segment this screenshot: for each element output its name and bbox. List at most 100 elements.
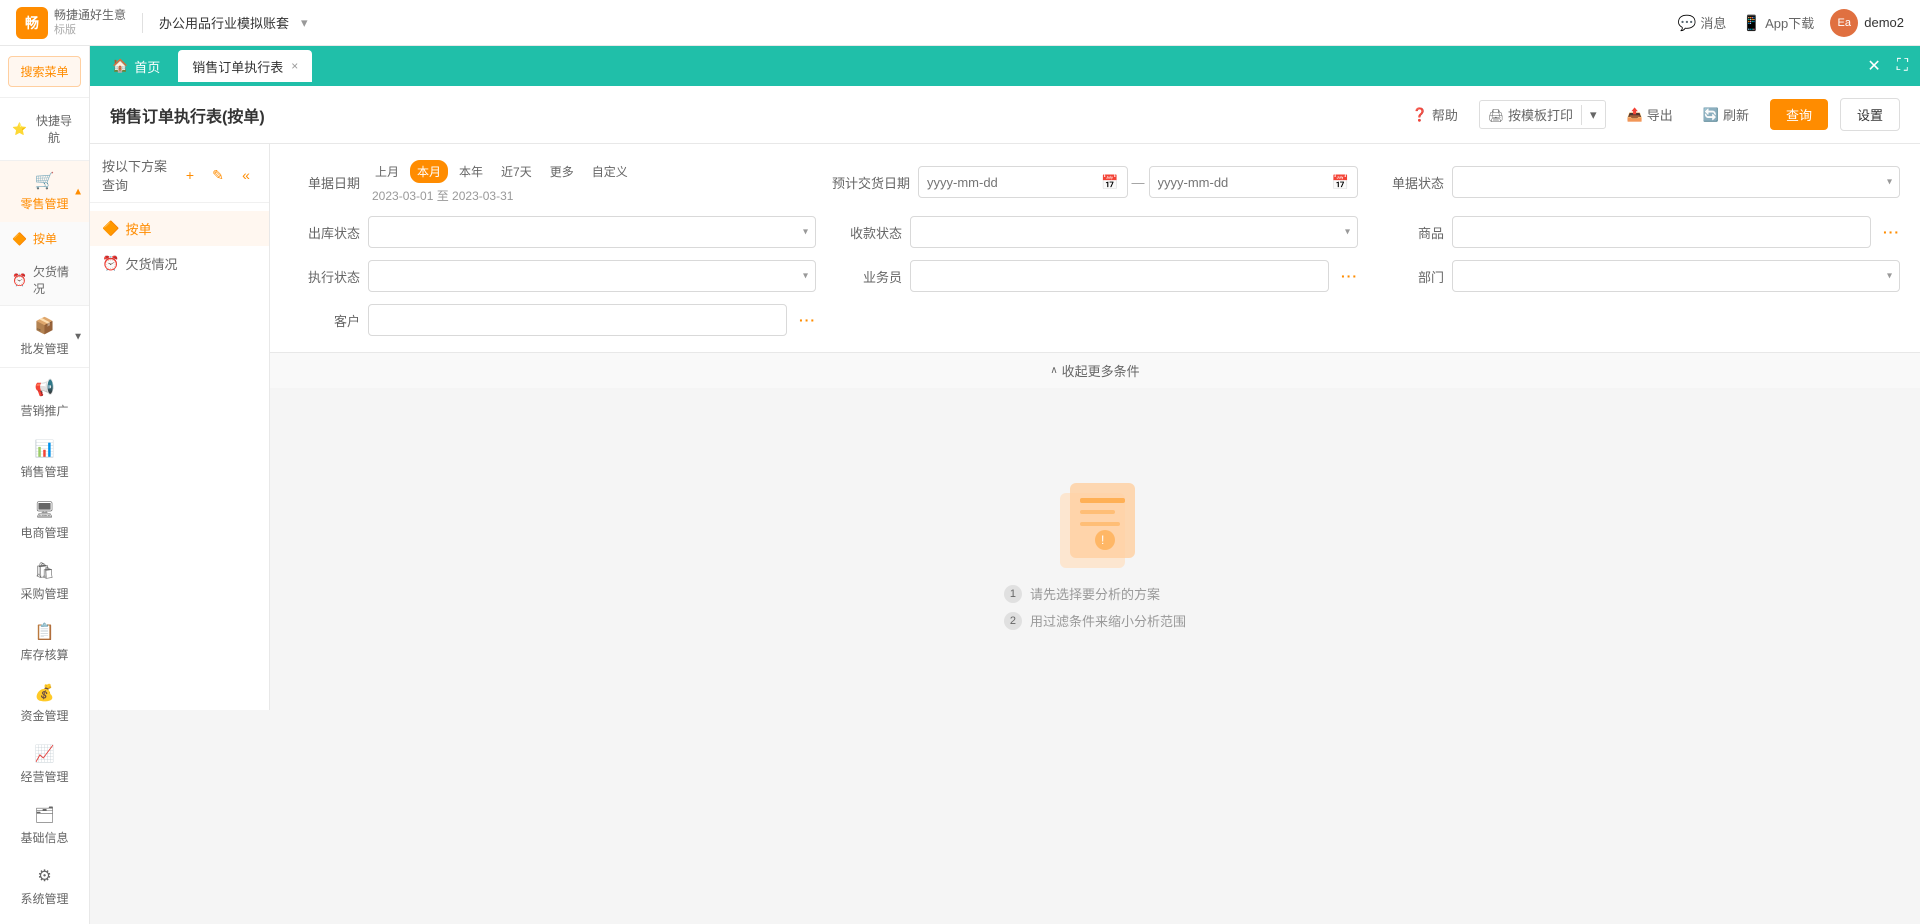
print-label: 按模板打印: [1508, 108, 1573, 123]
tab-sales-order[interactable]: 销售订单执行表 ×: [178, 50, 312, 82]
custom-period-btn[interactable]: 自定义: [585, 160, 635, 183]
doc-status-filter: 单据状态 ▾: [1374, 160, 1900, 204]
shortcut-label: 快捷导航: [31, 112, 77, 146]
calendar-end-icon: 📅: [1332, 174, 1349, 191]
page-header-actions: ❓ 帮助 🖨 按模板打印 ▾ 📤 导出: [1403, 98, 1900, 143]
more-period-btn[interactable]: 更多: [543, 160, 581, 183]
exec-status-select[interactable]: [368, 260, 816, 292]
sidebar-item-wholesale[interactable]: 📦 批发管理 ▼: [0, 306, 89, 367]
print-button[interactable]: 🖨 按模板打印: [1480, 101, 1581, 128]
settings-button[interactable]: 设置: [1840, 98, 1900, 131]
collapse-conditions-button[interactable]: ∧ 收起更多条件: [270, 352, 1920, 388]
export-icon: 📤: [1627, 107, 1643, 123]
calendar-start-icon: 📅: [1101, 174, 1118, 191]
customer-label: 客户: [290, 311, 360, 330]
sidebar-item-ecommerce[interactable]: 🖥 电商管理: [0, 490, 89, 551]
expected-date-start[interactable]: 📅: [918, 166, 1128, 198]
sidebar-item-retail[interactable]: 🛒 零售管理 ▲: [0, 161, 89, 222]
expected-date-end[interactable]: 📅: [1149, 166, 1359, 198]
sidebar-item-operation[interactable]: 📈 经营管理: [0, 734, 89, 795]
sidebar-item-system[interactable]: ⚙ 系统管理: [0, 856, 89, 917]
doc-date-controls: 上月 本月 本年 近7天 更多 自定义 2023-03-01 至 2023-03…: [368, 160, 816, 204]
sidebar-inventory-label: 库存核算: [20, 646, 68, 663]
help-button[interactable]: ❓ 帮助: [1403, 100, 1467, 129]
doc-status-label: 单据状态: [1374, 173, 1444, 192]
content-area: 🏠 首页 销售订单执行表 × ✕ ⛶ 销售订单执行表(按单) ❓ 帮助: [90, 46, 1920, 924]
sidebar-item-purchase[interactable]: 🛍 采购管理: [0, 551, 89, 612]
delivery-status-select[interactable]: [368, 216, 816, 248]
shortcut-nav-button[interactable]: ⭐ 快捷导航: [8, 106, 81, 152]
export-label: 导出: [1647, 105, 1673, 124]
sidebar: 搜索菜单 ⭐ 快捷导航 🛒 零售管理 ▲ 🔶 按单 ⏰ 欠货情况: [0, 46, 90, 924]
expected-date-start-input[interactable]: [927, 175, 1080, 190]
sidebar-item-sales[interactable]: 📊 销售管理: [0, 429, 89, 490]
retail-icon: 🛒: [35, 171, 55, 191]
customer-input[interactable]: [368, 304, 787, 336]
product-input[interactable]: [1452, 216, 1871, 248]
credit-label: 欠货情况: [33, 263, 77, 297]
refresh-icon: 🔄: [1703, 107, 1719, 123]
app-download-button[interactable]: 📱 App下载: [1742, 13, 1814, 32]
basic-icon: 🗂: [34, 805, 54, 825]
customer-filter: 客户 ···: [290, 304, 816, 336]
sidebar-retail-label: 零售管理: [20, 195, 68, 212]
salesperson-filter: 业务员 ···: [832, 260, 1358, 292]
panel-item-credit[interactable]: ⏰ 欠货情况: [90, 246, 269, 281]
sidebar-item-marketing[interactable]: 📢 营销推广: [0, 368, 89, 429]
salesperson-input[interactable]: [910, 260, 1329, 292]
search-button[interactable]: 查询: [1770, 99, 1828, 130]
collection-status-select[interactable]: [910, 216, 1358, 248]
left-panel-header: 按以下方案查询 + ✎ «: [90, 156, 269, 203]
customer-more-icon[interactable]: ···: [799, 312, 816, 328]
collapse-panel-button[interactable]: «: [235, 164, 257, 186]
tab-maximize-button[interactable]: ⛶: [1893, 53, 1912, 79]
star-icon: ⭐: [12, 122, 27, 136]
search-menu-button[interactable]: 搜索菜单: [8, 56, 81, 87]
doc-date-label: 单据日期: [290, 173, 360, 192]
sidebar-sub-item-order[interactable]: 🔶 按单: [0, 222, 89, 255]
inventory-icon: 📋: [35, 622, 55, 642]
user-profile[interactable]: Ea demo2: [1830, 9, 1904, 37]
expected-date-range: 📅 — 📅: [918, 166, 1358, 198]
collection-status-label: 收款状态: [832, 223, 902, 242]
salesperson-more-icon[interactable]: ···: [1341, 268, 1358, 284]
marketing-icon: 📢: [35, 378, 55, 398]
doc-status-select[interactable]: [1452, 166, 1900, 198]
conditions-grid: 单据日期 上月 本月 本年 近7天 更多 自定义 20: [270, 144, 1920, 352]
sidebar-sub-item-credit[interactable]: ⏰ 欠货情况: [0, 255, 89, 305]
sidebar-item-corp[interactable]: 🤝 企业协同: [0, 917, 89, 924]
message-button[interactable]: 💬 消息: [1678, 13, 1727, 32]
sidebar-item-basic[interactable]: 🗂 基础信息: [0, 795, 89, 856]
breadcrumb-arrow-icon[interactable]: ▾: [301, 15, 308, 31]
tab-home[interactable]: 🏠 首页: [98, 50, 174, 82]
empty-illustration: !: [1045, 468, 1145, 568]
user-name: demo2: [1864, 15, 1904, 30]
current-year-btn[interactable]: 本年: [452, 160, 490, 183]
last7days-btn[interactable]: 近7天: [494, 160, 539, 183]
tab-close-all-button[interactable]: ✕: [1863, 52, 1884, 80]
department-select[interactable]: [1452, 260, 1900, 292]
tab-bar-actions: ✕ ⛶: [1863, 52, 1912, 80]
product-more-icon[interactable]: ···: [1883, 224, 1900, 240]
sidebar-item-finance[interactable]: 💰 资金管理: [0, 673, 89, 734]
refresh-button[interactable]: 🔄 刷新: [1694, 100, 1758, 129]
add-scheme-button[interactable]: +: [179, 164, 201, 186]
tab-close-button[interactable]: ×: [291, 59, 298, 73]
svg-text:!: !: [1101, 533, 1104, 547]
last-month-btn[interactable]: 上月: [368, 160, 406, 183]
sidebar-item-inventory[interactable]: 📋 库存核算: [0, 612, 89, 673]
current-month-btn[interactable]: 本月: [410, 160, 448, 183]
sidebar-ecommerce-label: 电商管理: [20, 524, 68, 541]
print-dropdown-button[interactable]: ▾: [1582, 103, 1605, 127]
retail-submenu: 🔶 按单 ⏰ 欠货情况: [0, 222, 89, 305]
credit-icon: ⏰: [12, 273, 27, 287]
export-button[interactable]: 📤 导出: [1618, 100, 1682, 129]
department-label: 部门: [1374, 267, 1444, 286]
top-nav-right: 💬 消息 📱 App下载 Ea demo2: [1678, 9, 1904, 37]
panel-item-by-order[interactable]: 🔶 按单: [90, 211, 269, 246]
system-icon: ⚙: [37, 866, 51, 886]
purchase-icon: 🛍: [34, 561, 54, 581]
edit-scheme-button[interactable]: ✎: [207, 164, 229, 186]
operation-icon: 📈: [35, 744, 55, 764]
expected-date-end-input[interactable]: [1158, 175, 1311, 190]
